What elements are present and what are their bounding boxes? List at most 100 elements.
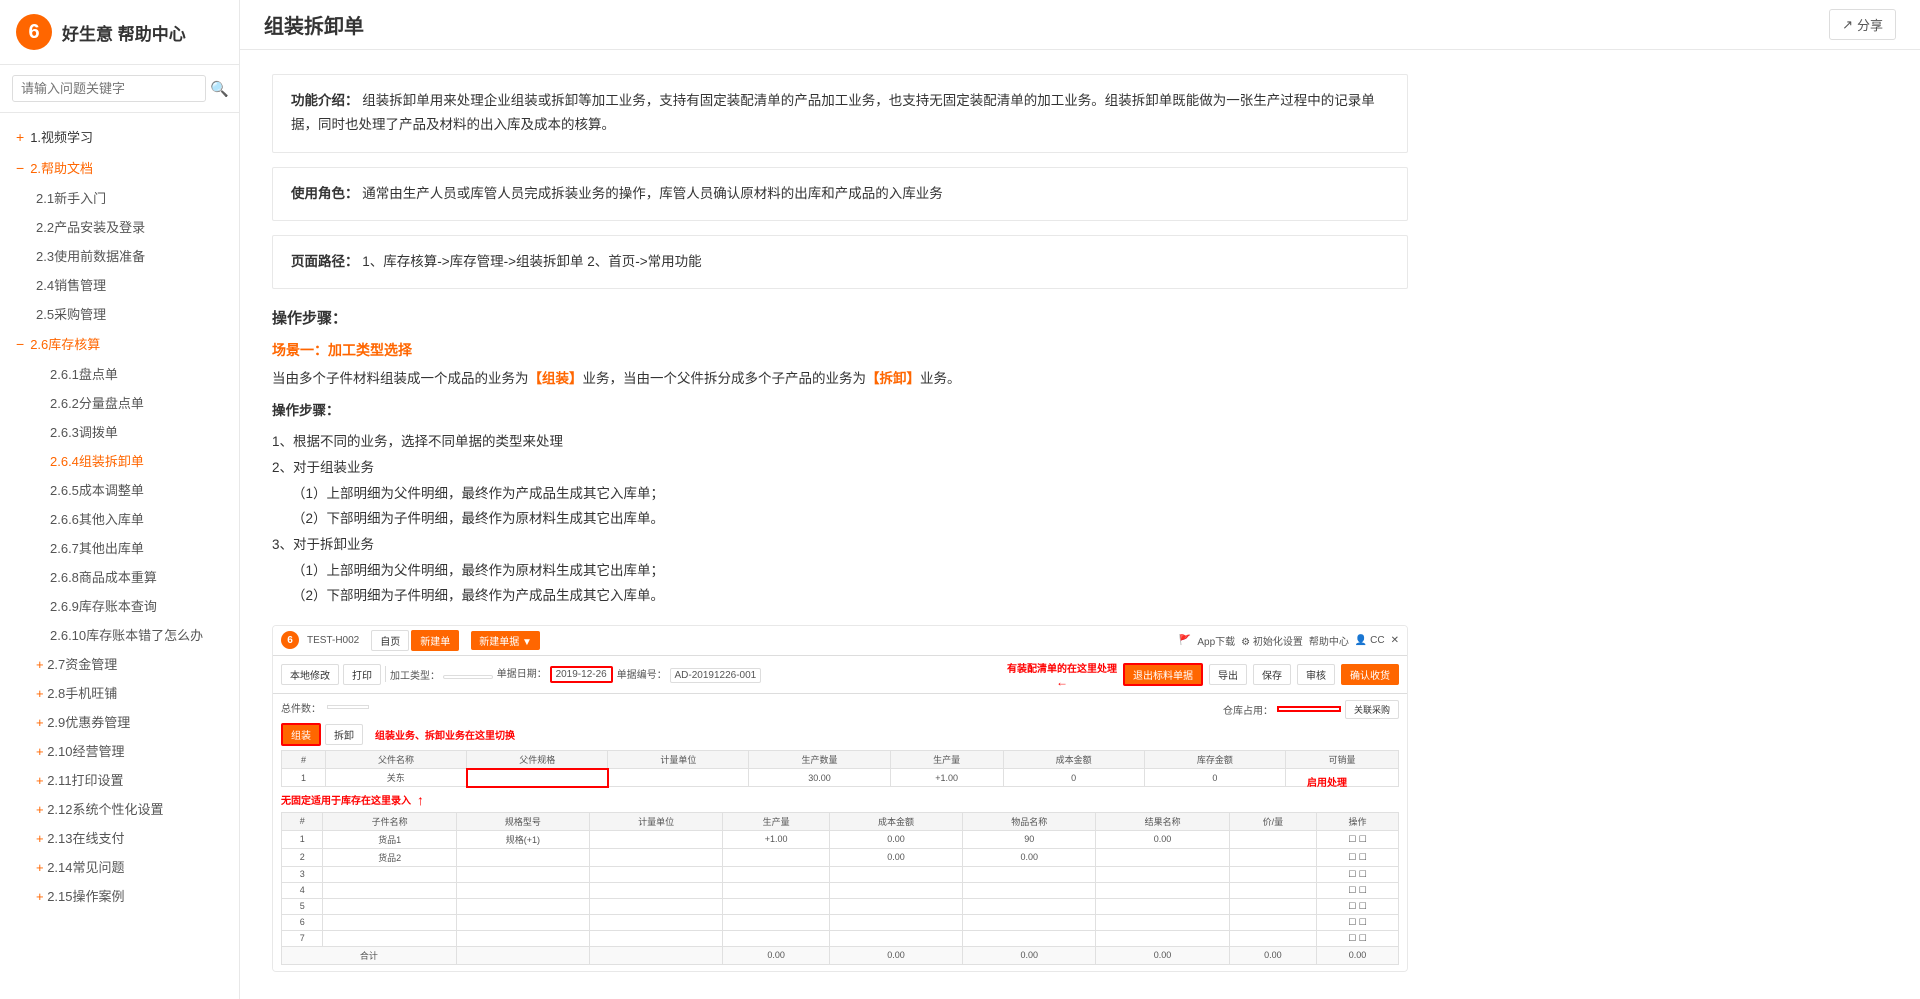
col-prod-qty: 生产数量 (749, 750, 890, 769)
sidebar-item-prepare[interactable]: 2.3使用前数据准备 (0, 241, 239, 270)
sidebar-item-label: 2.帮助文档 (30, 158, 93, 177)
cell-name: 关东 (325, 769, 466, 787)
sidebar-item-payment[interactable]: + 2.13在线支付 (0, 823, 239, 852)
step3: 3、对于拆卸业务 (272, 532, 1408, 558)
role-text: 通常由生产人员或库管人员完成拆装业务的操作，库管人员确认原材料的出库和产成品的入… (362, 186, 943, 201)
steps-list: 1、根据不同的业务，选择不同单据的类型来处理 2、对于组装业务 （1）上部明细为… (272, 429, 1408, 608)
ops-title: 操作步骤： (272, 307, 1408, 328)
sidebar-item-purchase[interactable]: 2.5采购管理 (0, 299, 239, 328)
sidebar-item-settings[interactable]: + 2.12系统个性化设置 (0, 794, 239, 823)
mock-parent-table: # 父件名称 父件规格 计量单位 生产数量 生产量 成本金额 库存金额 可销量 (281, 750, 1399, 788)
share-label: 分享 (1857, 15, 1883, 34)
mock-type-input[interactable] (443, 675, 493, 679)
sidebar-item-finance[interactable]: + 2.7资金管理 (0, 649, 239, 678)
table-row: 7 ☐ ☐ (282, 930, 1399, 946)
intro-block: 功能介绍： 组装拆卸单用来处理企业组装或拆卸等加工业务，支持有固定装配清单的产品… (272, 74, 1408, 153)
mock-disassembly-tab[interactable]: 拆卸 (325, 724, 363, 745)
mock-child-table: # 子件名称 规格型号 计量单位 生产量 成本金额 物品名称 结果名称 价/量 … (281, 812, 1399, 965)
col-child-prodamt: 生产量 (723, 812, 830, 830)
content-area: 功能介绍： 组装拆卸单用来处理企业组装或拆卸等加工业务，支持有固定装配清单的产品… (240, 50, 1440, 996)
share-button[interactable]: ↗ 分享 (1829, 9, 1896, 40)
step1: 1、根据不同的业务，选择不同单据的类型来处理 (272, 429, 1408, 455)
mock-btn-confirm-orange[interactable]: 确认收货 (1341, 664, 1399, 685)
mock-help: 帮助中心 (1309, 633, 1349, 648)
annotation-label-1: 有装配清单的在这里处理 (1007, 660, 1117, 675)
col-seq: # (282, 750, 326, 769)
mock-warehouse-input[interactable] (1277, 706, 1341, 712)
search-input[interactable] (12, 75, 206, 102)
mock-tabs: 自页 新建单 (371, 630, 459, 651)
sidebar-item-faq[interactable]: + 2.14常见问题 (0, 852, 239, 881)
sidebar-item-coupon[interactable]: + 2.9优惠券管理 (0, 707, 239, 736)
app-name: 好生意 帮助中心 (62, 20, 186, 45)
sidebar-item-install[interactable]: 2.2产品安装及登录 (0, 212, 239, 241)
sidebar-item-stockcount[interactable]: 2.6.1盘点单 (0, 359, 239, 388)
sidebar-item-help-docs[interactable]: − 2.帮助文档 (0, 152, 239, 183)
sidebar-item-stock-ledger[interactable]: 2.6.9库存账本查询 (0, 591, 239, 620)
cell-prod-amt: +1.00 (890, 769, 1003, 787)
mock-btn-print[interactable]: 打印 (343, 664, 381, 685)
table-row: 3 ☐ ☐ (282, 866, 1399, 882)
sidebar-item-newbie[interactable]: 2.1新手入门 (0, 183, 239, 212)
sidebar-item-costadjust[interactable]: 2.6.5成本调整单 (0, 475, 239, 504)
table-footer: 合计 0.00 0.00 0.00 0.00 0.00 0.00 (282, 946, 1399, 964)
mock-flag-icon: 🚩 (1179, 635, 1191, 646)
sidebar-item-other-in[interactable]: 2.6.6其他入库单 (0, 504, 239, 533)
sidebar-item-mobile[interactable]: + 2.8手机旺铺 (0, 678, 239, 707)
mock-titlebar: 6 TEST-H002 自页 新建单 新建单据 ▼ 🚩 App下载 ⚙ 初始化设… (273, 626, 1407, 656)
step2-sub2: （2）下部明细为子件明细，最终作为原材料生成其它出库单。 (292, 506, 1408, 532)
mock-num-input[interactable]: AD-20191226-001 (670, 668, 762, 683)
sidebar-item-cost-recalc[interactable]: 2.6.8商品成本重算 (0, 562, 239, 591)
share-icon: ↗ (1842, 17, 1853, 33)
col-unit: 计量单位 (608, 750, 749, 769)
minus-icon-inventory: − (16, 336, 24, 352)
mock-btn-local-edit[interactable]: 本地修改 (281, 664, 339, 685)
mock-app-store: App下载 (1197, 633, 1235, 648)
footer-4: 0.00 (829, 946, 962, 964)
sidebar-item-video[interactable]: + 1.视频学习 (0, 121, 239, 152)
mock-btn-confirm[interactable]: 审核 (1297, 664, 1335, 685)
sidebar-item-transfer[interactable]: 2.6.3调拨单 (0, 417, 239, 446)
mock-btn-quit-bom[interactable]: 退出标料单据 (1123, 663, 1203, 686)
mock-total-input[interactable] (327, 705, 369, 709)
footer-label: 合计 (282, 946, 457, 964)
mock-btn-add-item[interactable]: 关联采购 (1345, 700, 1399, 719)
sidebar-header: 6 好生意 帮助中心 (0, 0, 239, 65)
footer-7: 0.00 (1229, 946, 1316, 964)
main-content: 组装拆卸单 ↗ 分享 功能介绍： 组装拆卸单用来处理企业组装或拆卸等加工业务，支… (240, 0, 1920, 999)
annotation-arrow-nofixed: ↑ (417, 792, 424, 808)
sidebar-item-sales[interactable]: 2.4销售管理 (0, 270, 239, 299)
mock-warehouse-label: 仓库占用： (1223, 702, 1273, 717)
sidebar-nav: + 1.视频学习 − 2.帮助文档 2.1新手入门 2.2产品安装及登录 2.3… (0, 113, 239, 999)
sidebar-item-cases[interactable]: + 2.15操作案例 (0, 881, 239, 910)
topbar: 组装拆卸单 ↗ 分享 (240, 0, 1920, 50)
mock-new-btn[interactable]: 新建单据 ▼ (471, 631, 540, 650)
mock-tab-home[interactable]: 自页 (371, 630, 409, 651)
mock-tab-new[interactable]: 新建单 (411, 630, 459, 651)
cell-stock: 0 (1144, 769, 1285, 787)
mock-field-num: 单据编号： AD-20191226-001 (617, 666, 762, 683)
sidebar-item-inventory[interactable]: − 2.6库存核算 (0, 328, 239, 359)
sidebar-item-stock-fix[interactable]: 2.6.10库存账本错了怎么办 (0, 620, 239, 649)
search-button[interactable]: 🔍 (210, 80, 229, 98)
table-row: 4 ☐ ☐ (282, 882, 1399, 898)
sidebar-item-partialcount[interactable]: 2.6.2分量盘点单 (0, 388, 239, 417)
mock-btn-export[interactable]: 导出 (1209, 664, 1247, 685)
col-child-name: 子件名称 (323, 812, 456, 830)
mock-assembly-tab[interactable]: 组装 (281, 723, 321, 746)
table-row: 5 ☐ ☐ (282, 898, 1399, 914)
mock-btn-save[interactable]: 保存 (1253, 664, 1291, 685)
mock-close-icon[interactable]: ✕ (1391, 635, 1399, 646)
logo-icon: 6 (16, 14, 52, 50)
sidebar-item-print[interactable]: + 2.11打印设置 (0, 765, 239, 794)
role-block: 使用角色： 通常由生产人员或库管人员完成拆装业务的操作，库管人员确认原材料的出库… (272, 167, 1408, 221)
sidebar-item-assembly[interactable]: 2.6.4组装拆卸单 (0, 446, 239, 475)
footer-1 (456, 946, 589, 964)
role-label: 使用角色： (291, 186, 359, 201)
sidebar-item-other-out[interactable]: 2.6.7其他出库单 (0, 533, 239, 562)
cell-spec (467, 769, 608, 787)
annotation-arrow-1: ← (1056, 675, 1068, 689)
sidebar-item-manage[interactable]: + 2.10经营管理 (0, 736, 239, 765)
col-parent-name: 父件名称 (325, 750, 466, 769)
mock-date-input[interactable]: 2019-12-26 (550, 666, 613, 683)
